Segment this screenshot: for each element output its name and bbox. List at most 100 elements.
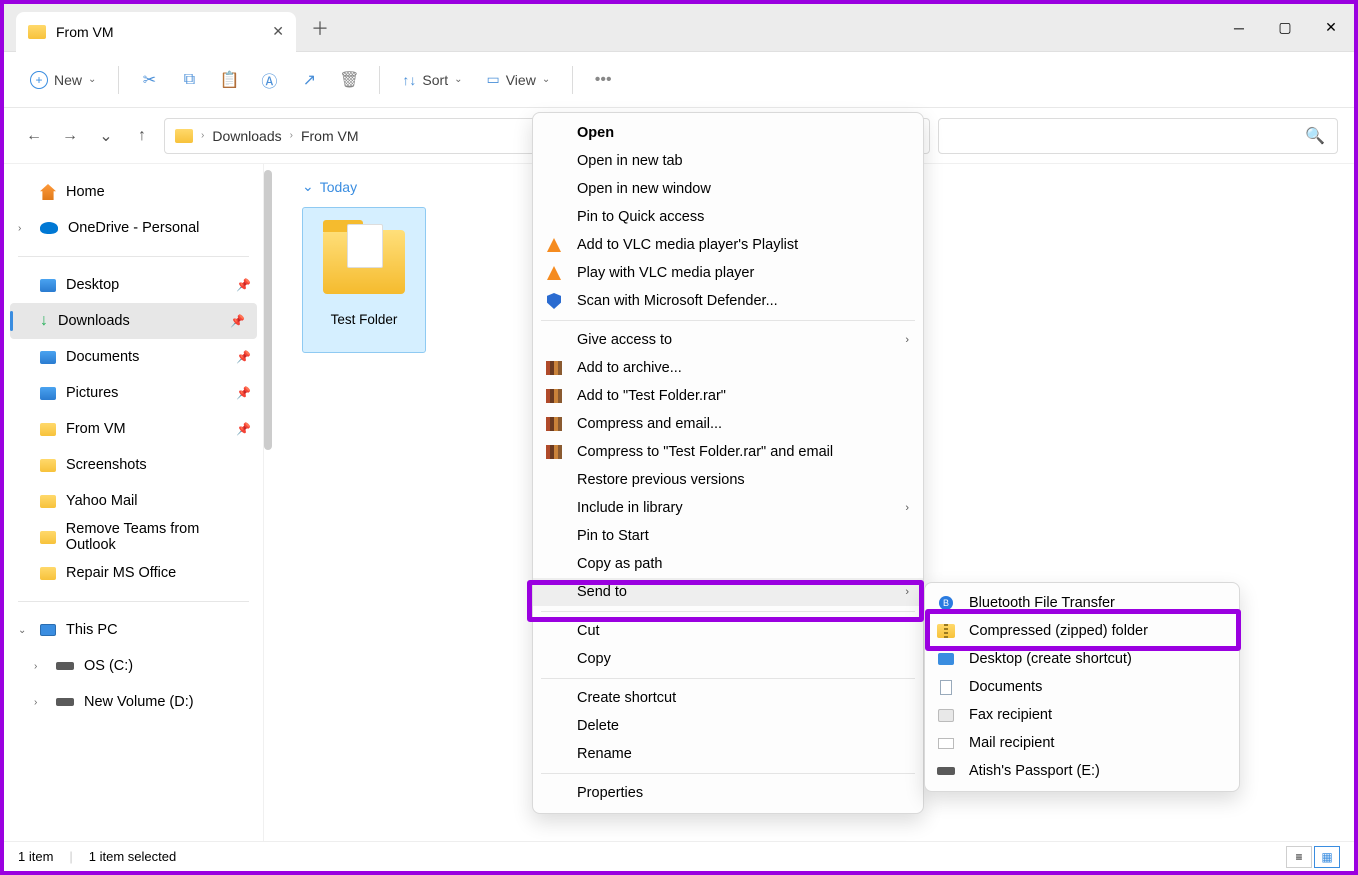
minimize-button[interactable]: ─ xyxy=(1216,8,1262,48)
menu-item-copy[interactable]: Copy xyxy=(533,645,923,673)
expand-icon[interactable]: ⌄ xyxy=(18,625,26,636)
sidebar-item-downloads[interactable]: ↓Downloads📌 xyxy=(10,303,257,339)
expand-icon[interactable]: › xyxy=(34,661,37,672)
back-button[interactable]: ← xyxy=(20,122,48,150)
view-label: View xyxy=(506,72,536,88)
menu-item-open[interactable]: Open xyxy=(533,119,923,147)
menu-item-properties[interactable]: Properties xyxy=(533,779,923,807)
sidebar-item-pictures[interactable]: Pictures📌 xyxy=(4,375,263,411)
expand-icon[interactable]: › xyxy=(34,697,37,708)
breadcrumb-seg[interactable]: From VM xyxy=(301,128,359,144)
sidebar-item-new-volume[interactable]: ›New Volume (D:) xyxy=(4,684,263,720)
menu-item-pin-start[interactable]: Pin to Start xyxy=(533,522,923,550)
group-label: Today xyxy=(320,179,357,195)
sort-button[interactable]: ↑↓ Sort ⌄ xyxy=(392,62,472,98)
menu-item-drive-e[interactable]: Atish's Passport (E:) xyxy=(925,757,1239,785)
menu-item-copy-path[interactable]: Copy as path xyxy=(533,550,923,578)
sidebar-item-yahoomail[interactable]: Yahoo Mail xyxy=(4,483,263,519)
menu-item-rename[interactable]: Rename xyxy=(533,740,923,768)
separator xyxy=(541,678,915,679)
shield-icon xyxy=(545,292,563,310)
menu-item-desktop-shortcut[interactable]: Desktop (create shortcut) xyxy=(925,645,1239,673)
maximize-button[interactable]: ▢ xyxy=(1262,8,1308,48)
details-view-button[interactable]: ≡ xyxy=(1286,846,1312,868)
sidebar-item-screenshots[interactable]: Screenshots xyxy=(4,447,263,483)
separator xyxy=(541,320,915,321)
rename-icon[interactable]: Ⓐ xyxy=(251,62,287,98)
menu-item-create-shortcut[interactable]: Create shortcut xyxy=(533,684,923,712)
sidebar-item-os-c[interactable]: ›OS (C:) xyxy=(4,648,263,684)
forward-button[interactable]: → xyxy=(56,122,84,150)
tab-from-vm[interactable]: From VM ✕ xyxy=(16,12,296,52)
chevron-down-icon: ⌄ xyxy=(302,178,314,195)
menu-item-cut[interactable]: Cut xyxy=(533,617,923,645)
close-tab-icon[interactable]: ✕ xyxy=(272,23,284,40)
menu-item-mail[interactable]: Mail recipient xyxy=(925,729,1239,757)
sidebar-item-thispc[interactable]: ⌄ This PC xyxy=(4,612,263,648)
status-selected-count: 1 item selected xyxy=(89,849,176,864)
folder-icon xyxy=(28,25,46,39)
menu-item-delete[interactable]: Delete xyxy=(533,712,923,740)
status-item-count: 1 item xyxy=(18,849,53,864)
sidebar-item-onedrive[interactable]: ›OneDrive - Personal xyxy=(4,210,263,246)
vlc-icon xyxy=(545,264,563,282)
sidebar-item-removeteams[interactable]: Remove Teams from Outlook xyxy=(4,519,263,555)
sidebar-item-desktop[interactable]: Desktop📌 xyxy=(4,267,263,303)
expand-icon[interactable]: › xyxy=(18,223,21,234)
desktop-icon xyxy=(937,650,955,668)
menu-item-documents[interactable]: Documents xyxy=(925,673,1239,701)
menu-item-defender[interactable]: Scan with Microsoft Defender... xyxy=(533,287,923,315)
file-item-test-folder[interactable]: Test Folder xyxy=(302,207,426,353)
delete-icon[interactable]: 🗑 xyxy=(331,62,367,98)
scrollbar[interactable] xyxy=(264,170,272,450)
status-bar: 1 item | 1 item selected ≡ ▦ xyxy=(4,841,1354,871)
menu-item-vlc-play[interactable]: Play with VLC media player xyxy=(533,259,923,287)
menu-item-include-library[interactable]: Include in library› xyxy=(533,494,923,522)
cut-icon[interactable]: ✂ xyxy=(131,62,167,98)
sidebar-item-repairms[interactable]: Repair MS Office xyxy=(4,555,263,591)
sidebar-item-documents[interactable]: Documents📌 xyxy=(4,339,263,375)
close-window-button[interactable]: ✕ xyxy=(1308,8,1354,48)
drive-icon xyxy=(937,762,955,780)
more-button[interactable]: ••• xyxy=(585,62,621,98)
window-controls: ─ ▢ ✕ xyxy=(1216,8,1354,48)
sidebar-item-home[interactable]: Home xyxy=(4,174,263,210)
sidebar-label: Downloads xyxy=(58,313,130,329)
up-button[interactable]: ↑ xyxy=(128,122,156,150)
paste-icon[interactable]: 📋 xyxy=(211,62,247,98)
sidebar-label: This PC xyxy=(66,622,118,638)
menu-item-open-new-window[interactable]: Open in new window xyxy=(533,175,923,203)
menu-item-give-access[interactable]: Give access to› xyxy=(533,326,923,354)
search-box[interactable]: 🔍 xyxy=(938,118,1338,154)
new-tab-button[interactable]: ＋ xyxy=(304,12,336,44)
desktop-icon xyxy=(40,279,56,292)
menu-item-add-archive[interactable]: Add to archive... xyxy=(533,354,923,382)
menu-item-open-new-tab[interactable]: Open in new tab xyxy=(533,147,923,175)
menu-item-send-to[interactable]: Send to› xyxy=(533,578,923,606)
separator xyxy=(18,256,249,257)
view-button[interactable]: ▭ View ⌄ xyxy=(476,62,560,98)
menu-item-compress-email[interactable]: Compress and email... xyxy=(533,410,923,438)
menu-item-vlc-playlist[interactable]: Add to VLC media player's Playlist xyxy=(533,231,923,259)
breadcrumb-seg[interactable]: Downloads xyxy=(212,128,281,144)
share-icon[interactable]: ↗ xyxy=(291,62,327,98)
navigation-pane: Home ›OneDrive - Personal Desktop📌 ↓ Down… xyxy=(4,164,264,841)
menu-item-pin-quick-access[interactable]: Pin to Quick access xyxy=(533,203,923,231)
menu-item-compressed-folder[interactable]: Compressed (zipped) folder xyxy=(925,617,1239,645)
menu-item-add-rar[interactable]: Add to "Test Folder.rar" xyxy=(533,382,923,410)
menu-item-restore[interactable]: Restore previous versions xyxy=(533,466,923,494)
sidebar-item-fromvm[interactable]: From VM📌 xyxy=(4,411,263,447)
view-toggle-group: ≡ ▦ xyxy=(1286,846,1340,868)
download-icon: ↓ xyxy=(40,312,48,330)
menu-item-fax[interactable]: Fax recipient xyxy=(925,701,1239,729)
new-button[interactable]: + New ⌄ xyxy=(20,62,106,98)
menu-item-compress-rar-email[interactable]: Compress to "Test Folder.rar" and email xyxy=(533,438,923,466)
icons-view-button[interactable]: ▦ xyxy=(1314,846,1340,868)
recent-button[interactable]: ⌄ xyxy=(92,122,120,150)
copy-icon[interactable]: ⧉ xyxy=(171,62,207,98)
chevron-right-icon: › xyxy=(881,334,909,346)
pc-icon xyxy=(40,624,56,636)
sidebar-label: Pictures xyxy=(66,385,118,401)
menu-item-bluetooth[interactable]: BBluetooth File Transfer xyxy=(925,589,1239,617)
separator xyxy=(541,611,915,612)
